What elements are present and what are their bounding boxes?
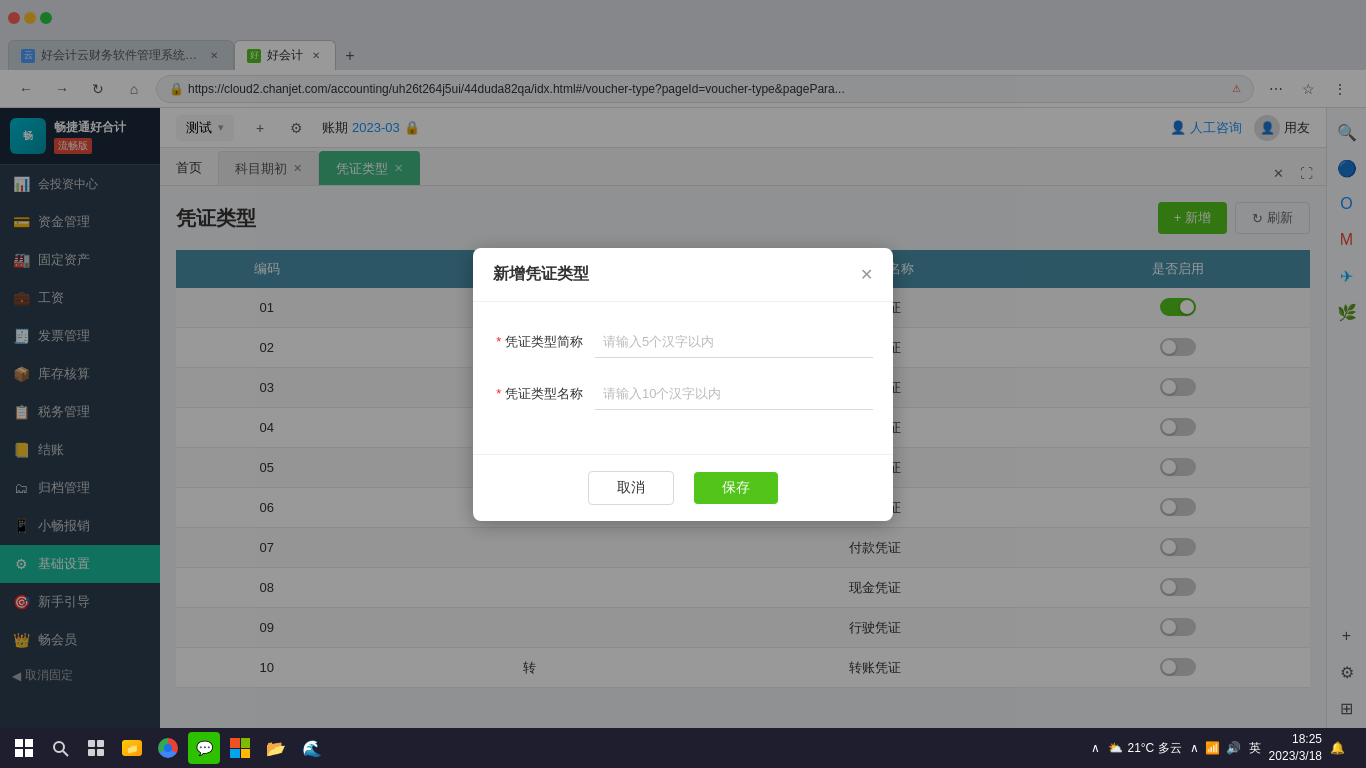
abbr-label: 凭证类型简称	[493, 333, 583, 351]
name-input[interactable]	[595, 378, 873, 410]
start-button[interactable]	[8, 732, 40, 764]
windows-taskbar: 📁 💬 📂 🌊 ∧ ⛅ 21°C 多云 ∧ 📶 🔊 英 18:25	[0, 728, 1366, 768]
taskbar-weather: ⛅ 21°C 多云	[1108, 740, 1181, 757]
taskbar-multitask-btn[interactable]	[80, 732, 112, 764]
taskbar-wechat-btn[interactable]: 💬	[188, 732, 220, 764]
svg-rect-9	[97, 749, 104, 756]
modal-close-btn[interactable]: ✕	[860, 265, 873, 284]
taskbar-systray: ∧	[1091, 741, 1100, 755]
abbr-input[interactable]	[595, 326, 873, 358]
svg-rect-8	[88, 749, 95, 756]
name-form-row: 凭证类型名称	[493, 378, 873, 410]
svg-rect-1	[25, 739, 33, 747]
svg-rect-7	[97, 740, 104, 747]
modal-overlay: 新增凭证类型 ✕ 凭证类型简称 凭证类型名称 取消 保存	[0, 0, 1366, 768]
taskbar-network-icons: ∧ 📶 🔊	[1190, 741, 1241, 755]
taskbar-edge-btn[interactable]: 🌊	[296, 732, 328, 764]
taskbar-windows-update-btn[interactable]	[224, 732, 256, 764]
svg-rect-6	[88, 740, 95, 747]
svg-rect-2	[15, 749, 23, 757]
name-label: 凭证类型名称	[493, 385, 583, 403]
cancel-button[interactable]: 取消	[588, 471, 674, 505]
weather-icon: ⛅	[1108, 741, 1123, 755]
taskbar-show-hidden-btn[interactable]: ∧	[1091, 741, 1100, 755]
wifi-icon: 📶	[1205, 741, 1220, 755]
weather-text: 21°C 多云	[1127, 740, 1181, 757]
volume-icon: 🔊	[1226, 741, 1241, 755]
taskbar-search-btn[interactable]	[44, 732, 76, 764]
taskbar-explorer-btn[interactable]: 📁	[116, 732, 148, 764]
save-button[interactable]: 保存	[694, 472, 778, 504]
notification-btn[interactable]: 🔔	[1330, 741, 1345, 755]
time-display: 18:25	[1269, 731, 1322, 748]
abbr-form-row: 凭证类型简称	[493, 326, 873, 358]
taskbar-lang: 英	[1249, 740, 1261, 757]
svg-rect-0	[15, 739, 23, 747]
taskbar-right: ∧ ⛅ 21°C 多云 ∧ 📶 🔊 英 18:25 2023/3/18 🔔	[1091, 731, 1358, 765]
network-icon: ∧	[1190, 741, 1199, 755]
modal-body: 凭证类型简称 凭证类型名称	[473, 302, 893, 454]
modal-header: 新增凭证类型 ✕	[473, 248, 893, 302]
add-voucher-type-modal: 新增凭证类型 ✕ 凭证类型简称 凭证类型名称 取消 保存	[473, 248, 893, 521]
modal-footer: 取消 保存	[473, 454, 893, 521]
taskbar-time: 18:25 2023/3/18	[1269, 731, 1322, 765]
date-display: 2023/3/18	[1269, 748, 1322, 765]
svg-rect-3	[25, 749, 33, 757]
svg-line-5	[63, 751, 68, 756]
taskbar-folder-btn[interactable]: 📂	[260, 732, 292, 764]
taskbar-chrome-btn[interactable]	[152, 732, 184, 764]
svg-point-4	[54, 742, 64, 752]
modal-title: 新增凭证类型	[493, 264, 589, 285]
